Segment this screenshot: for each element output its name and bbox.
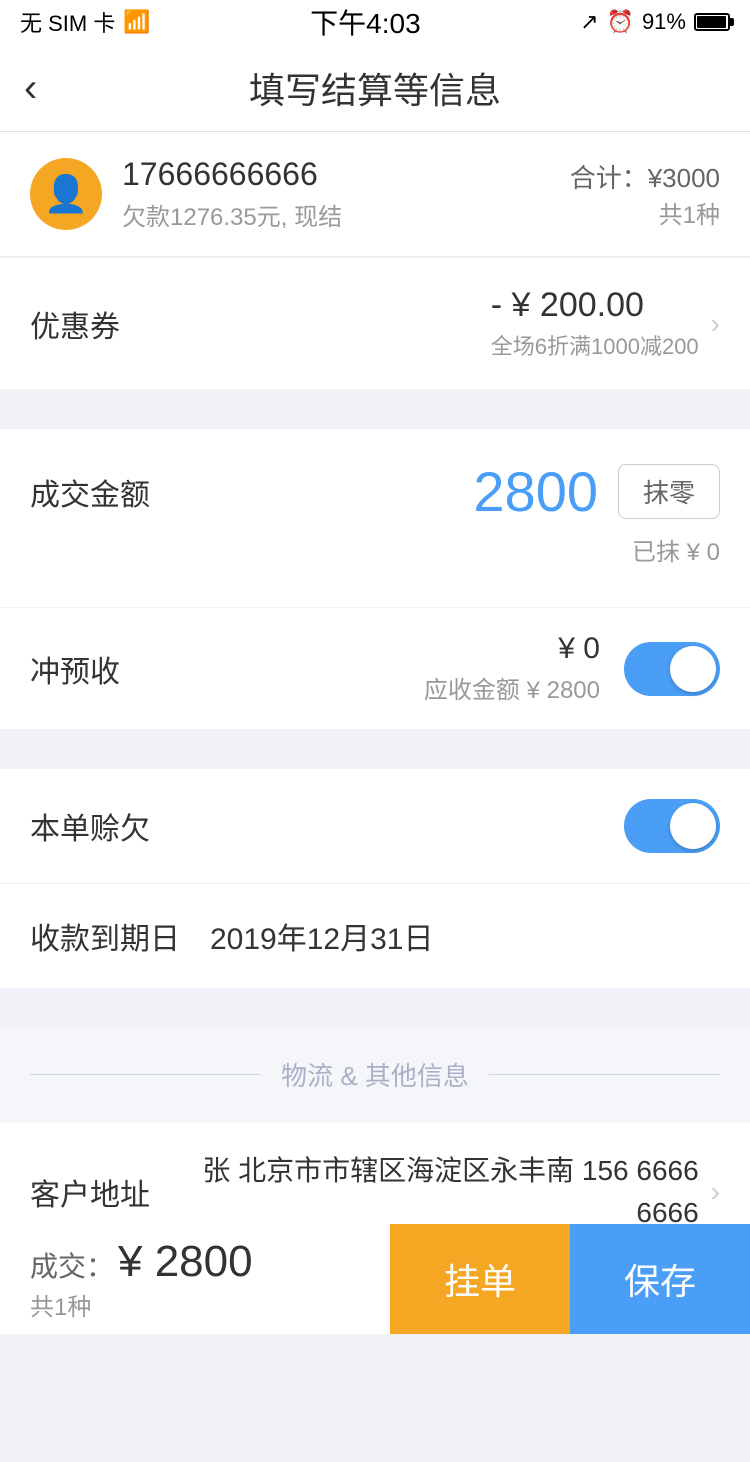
pending-button[interactable]: 挂单 bbox=[390, 1224, 570, 1334]
prepay-receivable: 应收金额 ¥ 2800 bbox=[424, 670, 600, 705]
separator-1 bbox=[0, 409, 750, 429]
status-time: 下午4:03 bbox=[310, 2, 421, 42]
coupon-desc: 全场6折满1000减200 bbox=[491, 329, 699, 361]
separator-2 bbox=[0, 749, 750, 769]
user-phone: 17666666666 bbox=[122, 156, 342, 193]
avatar-icon: 👤 bbox=[44, 173, 89, 215]
total-count: 共1种 bbox=[570, 195, 720, 230]
toggle-knob bbox=[670, 646, 716, 692]
separator-3 bbox=[0, 1008, 750, 1028]
writeoff-section: 本单赊欠 bbox=[0, 769, 750, 883]
deal-amount: 2800 bbox=[473, 459, 598, 524]
bottom-bar: 成交： ¥ 2800 共1种 挂单 保存 bbox=[0, 1224, 750, 1334]
deal-sub-text: 已抹 ¥ 0 bbox=[30, 532, 720, 567]
save-button[interactable]: 保存 bbox=[570, 1224, 750, 1334]
location-icon: ↗ bbox=[580, 9, 598, 35]
duedate-label: 收款到期日 bbox=[30, 914, 180, 958]
logistics-line-left bbox=[30, 1074, 261, 1075]
coupon-amount: - ¥ 200.00 bbox=[491, 286, 699, 325]
bottom-count: 共1种 bbox=[30, 1287, 360, 1322]
user-debt: 欠款1276.35元, 现结 bbox=[122, 197, 342, 232]
bottom-amount: ¥ 2800 bbox=[118, 1237, 253, 1287]
deal-card: 成交金额 2800 抹零 已抹 ¥ 0 冲预收 ¥ 0 应收金额 ¥ 2800 bbox=[0, 429, 750, 729]
deal-section: 成交金额 2800 抹零 已抹 ¥ 0 bbox=[0, 429, 750, 607]
status-bar: 无 SIM 卡 📶 下午4:03 ↗ ⏰ 91% bbox=[0, 0, 750, 44]
writeoff-toggle[interactable] bbox=[624, 799, 720, 853]
coupon-arrow-icon: › bbox=[711, 308, 720, 340]
prepay-amount: ¥ 0 bbox=[424, 632, 600, 666]
user-card: 👤 17666666666 欠款1276.35元, 现结 合计：¥3000 共1… bbox=[0, 132, 750, 389]
user-info: 17666666666 欠款1276.35元, 现结 bbox=[122, 156, 342, 232]
prepay-row: 冲预收 ¥ 0 应收金额 ¥ 2800 bbox=[0, 607, 750, 729]
total-label: 合计：¥3000 bbox=[570, 158, 720, 195]
address-right: 张 北京市市辖区海淀区永丰南 156 6666 6666 › bbox=[180, 1150, 720, 1234]
bottom-deal-label: 成交： bbox=[30, 1245, 114, 1285]
prepay-label: 冲预收 bbox=[30, 647, 120, 691]
no-sim-text: 无 SIM 卡 bbox=[20, 6, 115, 38]
status-left: 无 SIM 卡 📶 bbox=[20, 6, 151, 38]
avatar: 👤 bbox=[30, 158, 102, 230]
battery-percent: 91% bbox=[642, 9, 686, 35]
wifi-icon: 📶 bbox=[123, 9, 150, 35]
deal-row: 成交金额 2800 抹零 bbox=[30, 459, 720, 524]
address-label: 客户地址 bbox=[30, 1170, 150, 1214]
logistics-line-right bbox=[489, 1074, 720, 1075]
duedate-value: 2019年12月31日 bbox=[210, 914, 433, 958]
logistics-divider: 物流 & 其他信息 bbox=[0, 1028, 750, 1121]
address-arrow-icon: › bbox=[711, 1176, 720, 1208]
coupon-right: - ¥ 200.00 全场6折满1000减200 › bbox=[491, 286, 720, 361]
bottom-summary: 成交： ¥ 2800 共1种 bbox=[0, 1237, 390, 1322]
status-right: ↗ ⏰ 91% bbox=[580, 9, 730, 35]
writeoff-label: 本单赊欠 bbox=[30, 804, 150, 848]
alarm-icon: ⏰ bbox=[607, 9, 634, 35]
writeoff-card: 本单赊欠 收款到期日 2019年12月31日 bbox=[0, 769, 750, 988]
save-label: 保存 bbox=[624, 1253, 696, 1305]
writeoff-toggle-knob bbox=[670, 803, 716, 849]
back-button[interactable]: ‹ bbox=[24, 68, 37, 108]
logistics-text: 物流 & 其他信息 bbox=[281, 1056, 469, 1093]
user-left: 👤 17666666666 欠款1276.35元, 现结 bbox=[30, 156, 342, 232]
duedate-section: 收款到期日 2019年12月31日 bbox=[0, 883, 750, 988]
bottom-deal-row: 成交： ¥ 2800 bbox=[30, 1237, 360, 1287]
prepay-right: ¥ 0 应收金额 ¥ 2800 bbox=[424, 632, 720, 705]
prepay-info: ¥ 0 应收金额 ¥ 2800 bbox=[424, 632, 600, 705]
battery-icon bbox=[694, 13, 730, 31]
page-title: 填写结算等信息 bbox=[249, 62, 501, 114]
address-value: 张 北京市市辖区海淀区永丰南 156 6666 6666 bbox=[180, 1150, 699, 1234]
deal-right: 2800 抹零 bbox=[473, 459, 720, 524]
prepay-toggle[interactable] bbox=[624, 642, 720, 696]
user-row: 👤 17666666666 欠款1276.35元, 现结 合计：¥3000 共1… bbox=[0, 132, 750, 257]
round-zero-button[interactable]: 抹零 bbox=[618, 464, 720, 519]
coupon-info: - ¥ 200.00 全场6折满1000减200 bbox=[491, 286, 699, 361]
user-total: 合计：¥3000 共1种 bbox=[570, 158, 720, 230]
pending-label: 挂单 bbox=[444, 1253, 516, 1305]
nav-bar: ‹ 填写结算等信息 bbox=[0, 44, 750, 132]
deal-label: 成交金额 bbox=[30, 470, 150, 514]
coupon-row[interactable]: 优惠券 - ¥ 200.00 全场6折满1000减200 › bbox=[0, 257, 750, 389]
coupon-label: 优惠券 bbox=[30, 302, 120, 346]
